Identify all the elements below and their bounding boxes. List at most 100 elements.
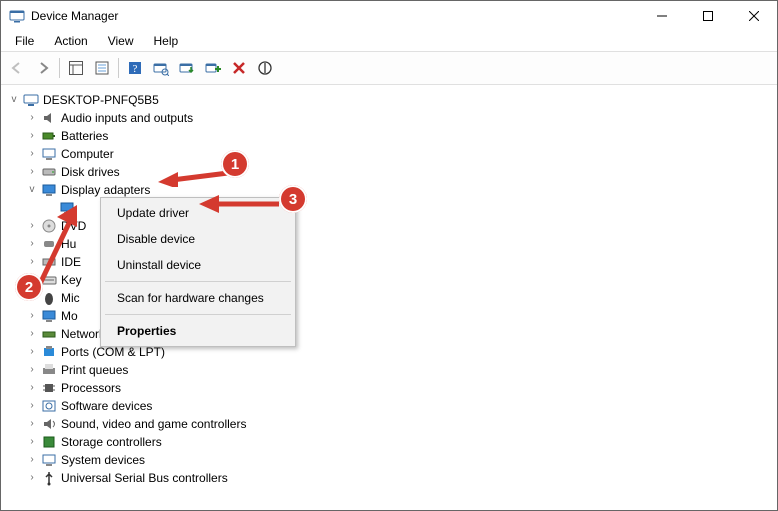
tree-node-printq[interactable]: ›Print queues xyxy=(25,361,773,379)
ctx-disable-device[interactable]: Disable device xyxy=(103,226,293,252)
back-button[interactable] xyxy=(5,56,29,80)
tree-node-processors[interactable]: › Processors xyxy=(25,379,773,397)
chevron-right-icon[interactable]: › xyxy=(25,469,39,487)
chevron-right-icon[interactable]: › xyxy=(25,307,39,325)
annotation-badge-1: 1 xyxy=(221,150,249,178)
tree-root[interactable]: v DESKTOP-PNFQ5B5 xyxy=(7,91,773,109)
port-icon xyxy=(41,344,57,360)
tree-node-audio[interactable]: › Audio inputs and outputs xyxy=(25,109,773,127)
tree-node-sound[interactable]: › Sound, video and game controllers xyxy=(25,415,773,433)
chevron-down-icon[interactable]: v xyxy=(25,181,39,199)
tree-label: Audio inputs and outputs xyxy=(61,109,193,127)
chevron-right-icon[interactable]: › xyxy=(25,217,39,235)
cpu-icon xyxy=(41,380,57,396)
ctx-uninstall-device[interactable]: Uninstall device xyxy=(103,252,293,278)
tree-label: Hu xyxy=(61,235,76,253)
chevron-right-icon[interactable]: › xyxy=(25,163,39,181)
minimize-button[interactable] xyxy=(639,1,685,31)
tree-node-system[interactable]: › System devices xyxy=(25,451,773,469)
chevron-down-icon[interactable]: v xyxy=(7,91,21,109)
ctx-update-driver[interactable]: Update driver xyxy=(103,200,293,226)
usb-icon xyxy=(41,470,57,486)
tree-root-label: DESKTOP-PNFQ5B5 xyxy=(43,91,159,109)
tree-label: Software devices xyxy=(61,397,152,415)
mouse-icon xyxy=(41,290,57,306)
chevron-right-icon[interactable]: › xyxy=(25,361,39,379)
device-manager-window: Device Manager File Action View Help ? v… xyxy=(0,0,778,511)
window-title: Device Manager xyxy=(31,9,118,23)
tree-label: Storage controllers xyxy=(61,433,162,451)
tree-label: Computer xyxy=(61,145,114,163)
uninstall-button[interactable] xyxy=(227,56,251,80)
chevron-right-icon[interactable]: › xyxy=(25,415,39,433)
tree-label: DVD xyxy=(61,217,86,235)
computer-icon xyxy=(23,92,39,108)
menu-file[interactable]: File xyxy=(7,32,42,50)
disk-icon xyxy=(41,164,57,180)
add-legacy-button[interactable] xyxy=(201,56,225,80)
chevron-right-icon[interactable]: › xyxy=(25,253,39,271)
display-adapter-icon xyxy=(59,200,75,216)
ctx-scan-hardware[interactable]: Scan for hardware changes xyxy=(103,285,293,311)
chevron-right-icon[interactable]: › xyxy=(25,127,39,145)
disable-button[interactable] xyxy=(253,56,277,80)
chevron-right-icon[interactable]: › xyxy=(25,145,39,163)
tree-label: Disk drives xyxy=(61,163,120,181)
tree-node-disk[interactable]: › Disk drives xyxy=(25,163,773,181)
soundcard-icon xyxy=(41,416,57,432)
tree-label: Processors xyxy=(61,379,121,397)
printer-icon xyxy=(41,362,57,378)
tree-label: IDE xyxy=(61,253,81,271)
chevron-right-icon[interactable]: › xyxy=(25,235,39,253)
context-menu: Update driver Disable device Uninstall d… xyxy=(100,197,296,347)
properties-button[interactable] xyxy=(90,56,114,80)
menu-action[interactable]: Action xyxy=(46,32,95,50)
tree-label: Sound, video and game controllers xyxy=(61,415,246,433)
chevron-right-icon[interactable]: › xyxy=(25,343,39,361)
update-driver-button[interactable] xyxy=(175,56,199,80)
annotation-badge-2: 2 xyxy=(15,273,43,301)
annotation-number: 2 xyxy=(25,279,33,296)
chevron-right-icon[interactable]: › xyxy=(25,397,39,415)
speaker-icon xyxy=(41,110,57,126)
ctx-separator xyxy=(105,314,291,315)
dvd-icon xyxy=(41,218,57,234)
keyboard-icon xyxy=(41,272,57,288)
help-button[interactable]: ? xyxy=(123,56,147,80)
menubar: File Action View Help xyxy=(1,31,777,51)
show-hide-tree-button[interactable] xyxy=(64,56,88,80)
app-icon xyxy=(9,8,25,24)
menu-view[interactable]: View xyxy=(100,32,142,50)
storage-icon xyxy=(41,434,57,450)
hid-icon xyxy=(41,236,57,252)
tree-node-storage[interactable]: › Storage controllers xyxy=(25,433,773,451)
tree-node-computer[interactable]: › Computer xyxy=(25,145,773,163)
ctx-properties[interactable]: Properties xyxy=(103,318,293,344)
tree-label: System devices xyxy=(61,451,145,469)
maximize-button[interactable] xyxy=(685,1,731,31)
software-icon xyxy=(41,398,57,414)
menu-help[interactable]: Help xyxy=(146,32,187,50)
scan-hardware-button[interactable] xyxy=(149,56,173,80)
toolbar: ? xyxy=(1,51,777,85)
chevron-right-icon[interactable]: › xyxy=(25,379,39,397)
ide-icon xyxy=(41,254,57,270)
annotation-number: 1 xyxy=(231,156,239,173)
battery-icon xyxy=(41,128,57,144)
forward-button[interactable] xyxy=(31,56,55,80)
tree-node-usb[interactable]: ›Universal Serial Bus controllers xyxy=(25,469,773,487)
tree-node-software[interactable]: › Software devices xyxy=(25,397,773,415)
chevron-right-icon[interactable]: › xyxy=(25,451,39,469)
device-tree[interactable]: v DESKTOP-PNFQ5B5 › Audio inputs and outp… xyxy=(1,85,777,491)
close-button[interactable] xyxy=(731,1,777,31)
chevron-right-icon[interactable]: › xyxy=(25,109,39,127)
titlebar: Device Manager xyxy=(1,1,777,31)
chevron-right-icon[interactable]: › xyxy=(25,325,39,343)
tree-label: Batteries xyxy=(61,127,108,145)
system-icon xyxy=(41,452,57,468)
annotation-number: 3 xyxy=(289,191,297,208)
chevron-right-icon[interactable]: › xyxy=(25,433,39,451)
toolbar-separator xyxy=(59,58,60,78)
tree-label: Key xyxy=(61,271,82,289)
tree-node-batteries[interactable]: › Batteries xyxy=(25,127,773,145)
